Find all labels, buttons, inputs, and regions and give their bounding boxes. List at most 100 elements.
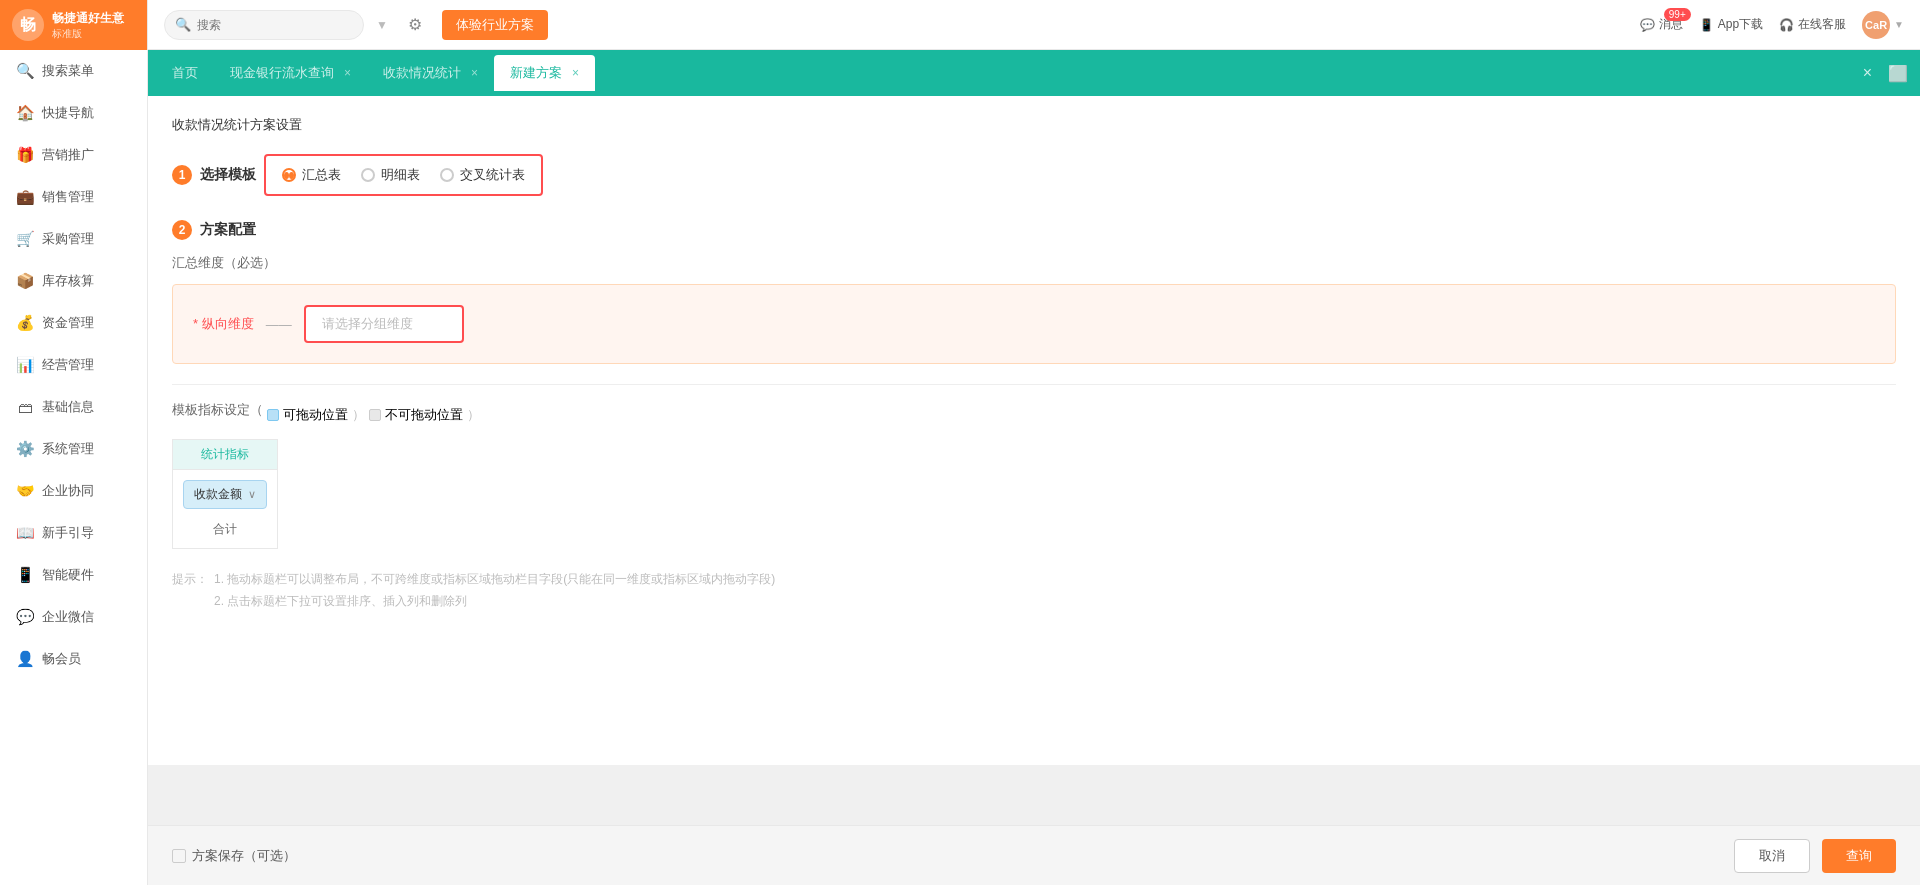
content-inner: 收款情况统计方案设置 1 选择模板 汇总表 明细表 <box>148 96 1920 765</box>
download-icon: 📱 <box>1699 18 1714 32</box>
phone-icon: 📱 <box>16 566 34 584</box>
tab-bank-flow[interactable]: 现金银行流水查询 × <box>214 55 367 91</box>
sidebar-item-newbie[interactable]: 📖 新手引导 <box>0 512 147 554</box>
sidebar-item-search[interactable]: 🔍 搜索菜单 <box>0 50 147 92</box>
config-area: 汇总维度（必选） * 纵向维度 —— 请选择分组维度 模板指标设定（ <box>172 254 1896 612</box>
db-icon: 🗃 <box>16 398 34 416</box>
sidebar-item-inventory[interactable]: 📦 库存核算 <box>0 260 147 302</box>
close-window-button[interactable]: × <box>1859 60 1876 86</box>
header: 🔍 ▼ ⚙ 体验行业方案 💬 消息 99+ 📱 App下载 🎧 在线客服 CaR… <box>148 0 1920 50</box>
dimension-row-label: * 纵向维度 <box>193 315 254 333</box>
service-button[interactable]: 🎧 在线客服 <box>1779 16 1846 33</box>
user-avatar[interactable]: CaR ▼ <box>1862 11 1904 39</box>
tab-close-new-plan[interactable]: × <box>572 66 579 80</box>
settings-button[interactable]: ⚙ <box>400 10 430 40</box>
sidebar-item-sales[interactable]: 💼 销售管理 <box>0 176 147 218</box>
box-icon: 📦 <box>16 272 34 290</box>
sidebar-item-purchase[interactable]: 🛒 采购管理 <box>0 218 147 260</box>
sidebar: 畅 畅捷通好生意 标准版 🔍 搜索菜单 🏠 快捷导航 🎁 营销推广 💼 销售管理… <box>0 0 148 885</box>
gear-icon: ⚙️ <box>16 440 34 458</box>
legend-draggable: 可拖动位置 <box>267 406 348 424</box>
maximize-button[interactable]: ⬜ <box>1884 60 1912 87</box>
sidebar-item-member[interactable]: 👤 畅会员 <box>0 638 147 680</box>
main-area: 🔍 ▼ ⚙ 体验行业方案 💬 消息 99+ 📱 App下载 🎧 在线客服 CaR… <box>148 0 1920 885</box>
indicator-list: 收款金额 ∨ 合计 <box>173 470 277 548</box>
radio-detail[interactable]: 明细表 <box>361 166 420 184</box>
sidebar-logo: 畅 畅捷通好生意 标准版 <box>0 0 147 50</box>
message-button[interactable]: 💬 消息 99+ <box>1640 16 1683 33</box>
user-icon: 👤 <box>16 650 34 668</box>
sidebar-item-operations[interactable]: 📊 经营管理 <box>0 344 147 386</box>
sidebar-item-finance[interactable]: 💰 资金管理 <box>0 302 147 344</box>
cancel-button[interactable]: 取消 <box>1734 839 1810 873</box>
tab-close-bank-flow[interactable]: × <box>344 66 351 80</box>
indicators-legend-row: 模板指标设定（ 可拖动位置 ） 不可拖动位置 ） <box>172 401 1896 429</box>
sidebar-item-wechat[interactable]: 💬 企业微信 <box>0 596 147 638</box>
trial-button[interactable]: 体验行业方案 <box>442 10 548 40</box>
search-input[interactable] <box>197 18 353 32</box>
radio-summary[interactable]: 汇总表 <box>282 166 341 184</box>
indicators-table: 统计指标 收款金额 ∨ 合计 <box>172 439 278 549</box>
search-input-icon: 🔍 <box>175 17 191 32</box>
tab-receipt-stats[interactable]: 收款情况统计 × <box>367 55 494 91</box>
radio-cross[interactable]: 交叉统计表 <box>440 166 525 184</box>
radio-detail-circle <box>361 168 375 182</box>
step1-header: 1 选择模板 汇总表 明细表 交叉统计表 <box>172 154 1896 196</box>
book-icon: 📖 <box>16 524 34 542</box>
tab-close-receipt-stats[interactable]: × <box>471 66 478 80</box>
money-icon: 💰 <box>16 314 34 332</box>
dimension-area: * 纵向维度 —— 请选择分组维度 <box>172 284 1896 364</box>
service-icon: 🎧 <box>1779 18 1794 32</box>
sidebar-item-system[interactable]: ⚙️ 系统管理 <box>0 428 147 470</box>
tip-1: 提示： 1. 拖动标题栏可以调整布局，不可跨维度或指标区域拖动栏目字段(只能在同… <box>172 569 1896 591</box>
section-step1: 1 选择模板 汇总表 明细表 交叉统计表 <box>172 154 1896 196</box>
radio-summary-circle <box>282 168 296 182</box>
content-area: 收款情况统计方案设置 1 选择模板 汇总表 明细表 <box>148 96 1920 825</box>
dimension-select[interactable]: 请选择分组维度 <box>304 305 464 343</box>
save-option[interactable]: 方案保存（可选） <box>172 847 296 865</box>
section-step2: 2 方案配置 汇总维度（必选） * 纵向维度 —— 请选择分组维度 <box>172 220 1896 612</box>
tab-new-plan[interactable]: 新建方案 × <box>494 55 595 91</box>
draggable-dot <box>267 409 279 421</box>
sidebar-item-quick-nav[interactable]: 🏠 快捷导航 <box>0 92 147 134</box>
gift-icon: 🎁 <box>16 146 34 164</box>
sidebar-item-smart-hw[interactable]: 📱 智能硬件 <box>0 554 147 596</box>
dimension-row: * 纵向维度 —— 请选择分组维度 <box>193 305 1875 343</box>
tips-area: 提示： 1. 拖动标题栏可以调整布局，不可跨维度或指标区域拖动栏目字段(只能在同… <box>172 569 1896 612</box>
step1-num: 1 <box>172 165 192 185</box>
bottom-actions: 取消 查询 <box>1734 839 1896 873</box>
save-checkbox[interactable] <box>172 849 186 863</box>
indicator-total: 合计 <box>177 515 273 544</box>
download-button[interactable]: 📱 App下载 <box>1699 16 1763 33</box>
page-title: 收款情况统计方案设置 <box>172 116 1896 134</box>
chevron-down-icon: ∨ <box>248 488 256 501</box>
sidebar-item-marketing[interactable]: 🎁 营销推广 <box>0 134 147 176</box>
header-right: 💬 消息 99+ 📱 App下载 🎧 在线客服 CaR ▼ <box>1640 11 1904 39</box>
radio-cross-circle <box>440 168 454 182</box>
logo-icon: 畅 <box>12 9 44 41</box>
handshake-icon: 🤝 <box>16 482 34 500</box>
message-badge: 99+ <box>1664 8 1691 21</box>
chart-icon: 📊 <box>16 356 34 374</box>
tabs-bar: 首页 现金银行流水查询 × 收款情况统计 × 新建方案 × × ⬜ <box>148 50 1920 96</box>
cart-icon: 🛒 <box>16 230 34 248</box>
tab-home[interactable]: 首页 <box>156 55 214 91</box>
template-selector: 汇总表 明细表 交叉统计表 <box>264 154 543 196</box>
sidebar-item-enterprise[interactable]: 🤝 企业协同 <box>0 470 147 512</box>
logo-text: 畅捷通好生意 标准版 <box>52 10 124 41</box>
search-icon: 🔍 <box>16 62 34 80</box>
bottom-bar: 方案保存（可选） 取消 查询 <box>148 825 1920 885</box>
dimension-arrow: —— <box>266 317 292 332</box>
sidebar-item-base[interactable]: 🗃 基础信息 <box>0 386 147 428</box>
step1-title: 选择模板 <box>200 166 256 184</box>
indicator-item-amount[interactable]: 收款金额 ∨ <box>183 480 267 509</box>
indicators-header: 统计指标 <box>173 440 277 470</box>
chevron-down-icon[interactable]: ▼ <box>376 18 388 32</box>
header-search[interactable]: 🔍 <box>164 10 364 40</box>
tip-2: 提示： 2. 点击标题栏下拉可设置排序、插入列和删除列 <box>172 591 1896 613</box>
indicators-section: 模板指标设定（ 可拖动位置 ） 不可拖动位置 ） <box>172 384 1896 549</box>
undraggable-dot <box>369 409 381 421</box>
confirm-button[interactable]: 查询 <box>1822 839 1896 873</box>
tabs-actions: × ⬜ <box>1859 60 1912 87</box>
chevron-down-icon: ▼ <box>1894 19 1904 30</box>
